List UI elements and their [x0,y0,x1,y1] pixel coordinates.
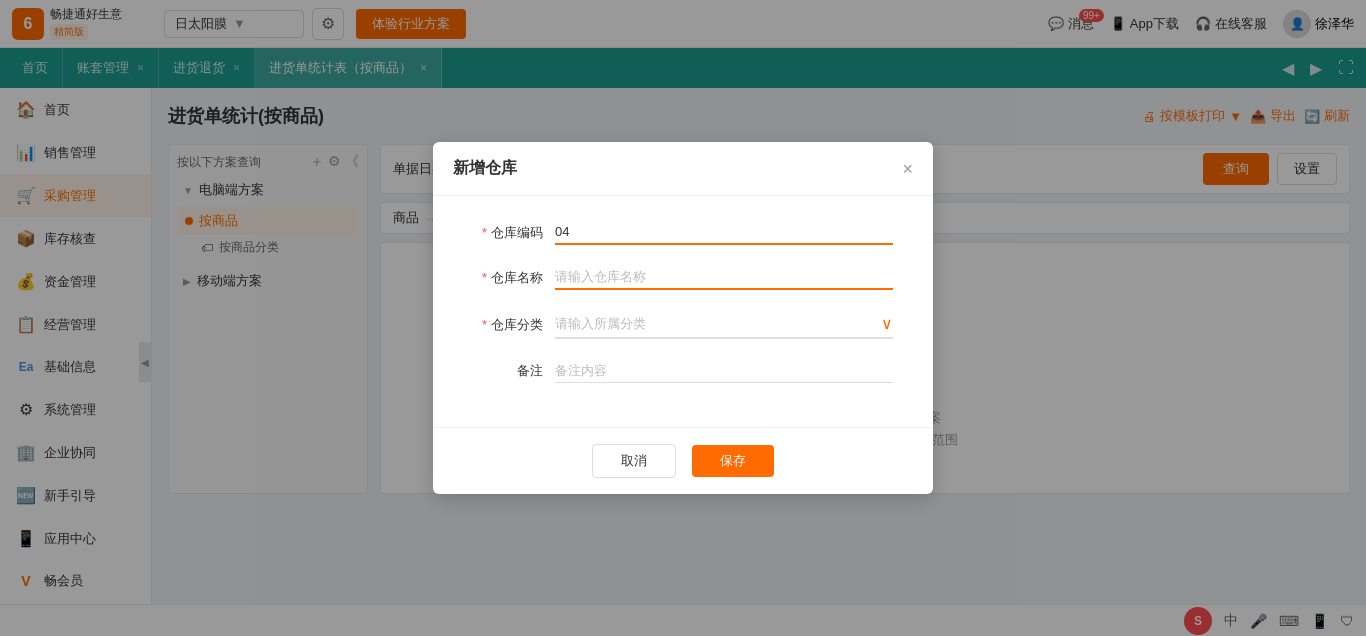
form-row-name: 仓库名称 [473,265,893,290]
dialog-footer: 取消 保存 [433,427,933,494]
save-button[interactable]: 保存 [692,445,774,477]
note-input[interactable] [555,359,893,383]
form-row-category: 仓库分类 请输入所属分类 ∨ [473,310,893,339]
name-input[interactable] [555,265,893,290]
modal-overlay[interactable]: 新增仓库 × 仓库编码 仓库名称 仓库分类 请输入所属分类 ∨ [0,0,1366,636]
new-warehouse-dialog: 新增仓库 × 仓库编码 仓库名称 仓库分类 请输入所属分类 ∨ [433,142,933,494]
dialog-close-icon[interactable]: × [902,160,913,178]
form-row-code: 仓库编码 [473,220,893,245]
category-arrow-icon: ∨ [881,314,893,333]
form-row-note: 备注 [473,359,893,383]
category-label: 仓库分类 [473,316,543,334]
dialog-body: 仓库编码 仓库名称 仓库分类 请输入所属分类 ∨ 备注 [433,196,933,427]
dialog-title: 新增仓库 [453,158,517,179]
category-placeholder: 请输入所属分类 [555,315,881,333]
dialog-header: 新增仓库 × [433,142,933,196]
name-label: 仓库名称 [473,269,543,287]
category-select[interactable]: 请输入所属分类 ∨ [555,310,893,339]
code-input[interactable] [555,220,893,245]
code-label: 仓库编码 [473,224,543,242]
cancel-button[interactable]: 取消 [592,444,676,478]
note-label: 备注 [473,362,543,380]
